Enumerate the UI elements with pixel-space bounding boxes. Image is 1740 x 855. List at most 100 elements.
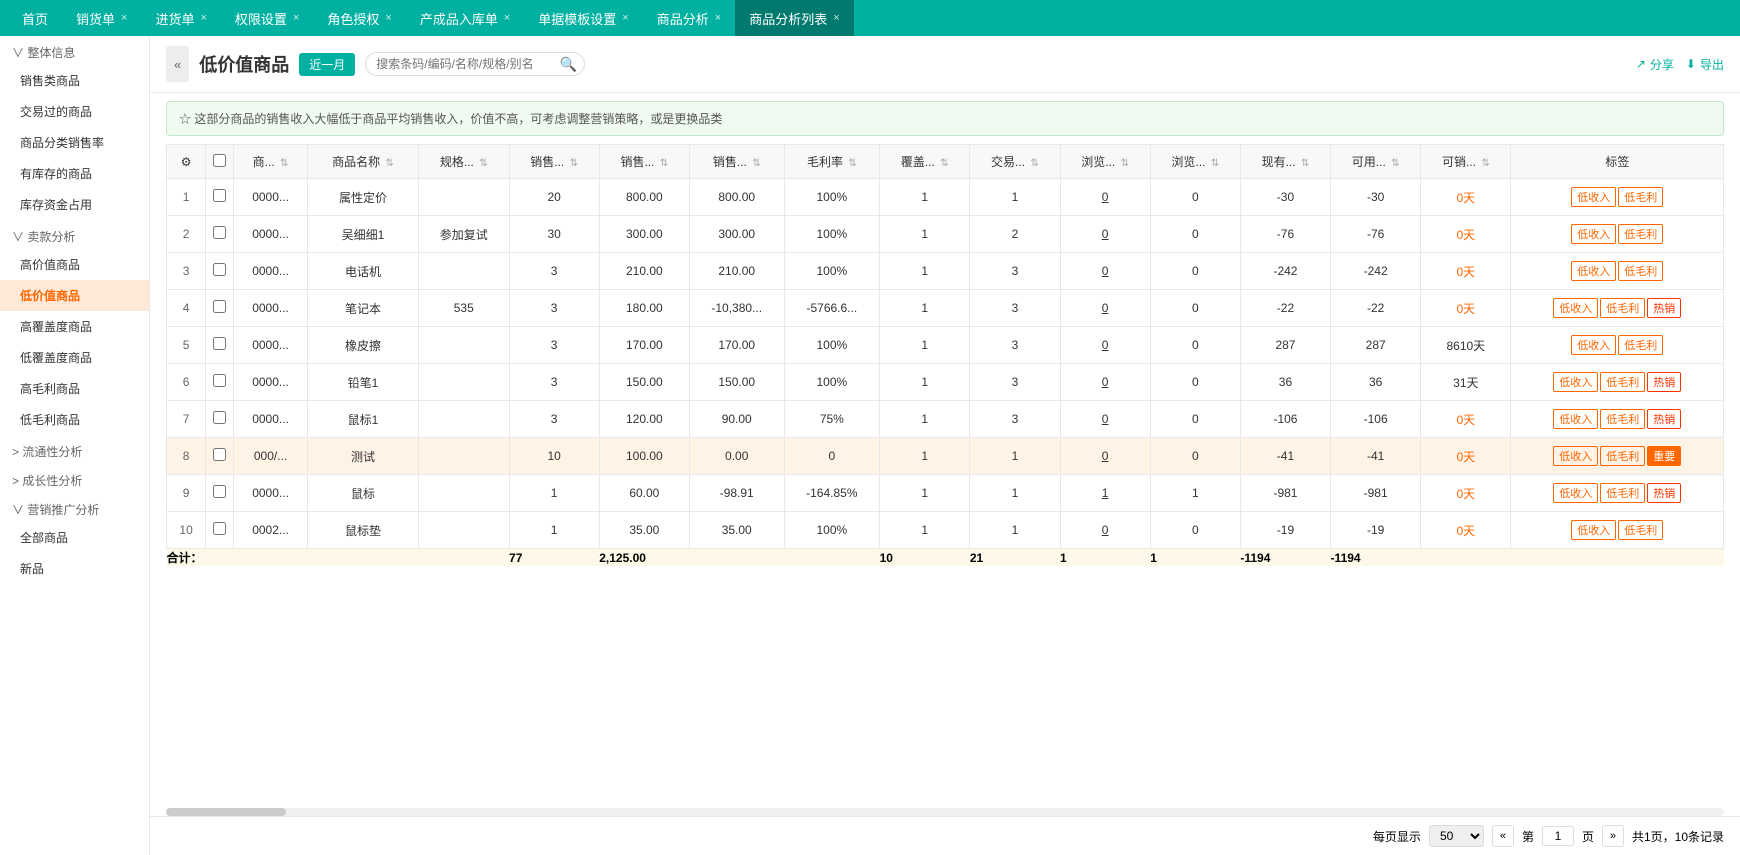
row-checkbox-cell[interactable] — [206, 401, 234, 438]
browse1-link[interactable]: 0 — [1102, 301, 1109, 315]
sidebar-item-stock-goods[interactable]: 有库存的商品 — [0, 158, 149, 189]
nav-purchase[interactable]: 进货单 × — [141, 0, 220, 36]
table-container[interactable]: ⚙ 商... ⇅ 商品名称 ⇅ 规格... ⇅ 销售... ⇅ 销售... ⇅ … — [150, 144, 1740, 808]
close-icon[interactable]: × — [715, 12, 721, 24]
row-checkbox[interactable] — [213, 448, 226, 461]
row-browse1[interactable]: 1 — [1060, 475, 1150, 512]
col-trade[interactable]: 交易... ⇅ — [970, 145, 1060, 179]
nav-sales[interactable]: 销货单 × — [62, 0, 141, 36]
col-stock[interactable]: 现有... ⇅ — [1240, 145, 1330, 179]
col-browse1[interactable]: 浏览... ⇅ — [1060, 145, 1150, 179]
nav-warehouse[interactable]: 产成品入库单 × — [406, 0, 524, 36]
row-browse1[interactable]: 0 — [1060, 179, 1150, 216]
col-saleable[interactable]: 可销... ⇅ — [1421, 145, 1511, 179]
close-icon[interactable]: × — [504, 12, 510, 24]
close-icon[interactable]: × — [200, 12, 206, 24]
close-icon[interactable]: × — [385, 12, 391, 24]
browse1-link[interactable]: 0 — [1102, 375, 1109, 389]
sidebar-item-high-margin[interactable]: 高毛利商品 — [0, 373, 149, 404]
close-icon[interactable]: × — [833, 12, 839, 24]
horizontal-scrollbar[interactable] — [166, 808, 1724, 816]
select-all-checkbox[interactable] — [213, 154, 226, 167]
col-margin[interactable]: 毛利率 ⇅ — [784, 145, 880, 179]
sidebar-item-low-coverage[interactable]: 低覆盖度商品 — [0, 342, 149, 373]
sidebar-group-growth[interactable]: > 成长性分析 — [0, 464, 149, 493]
browse1-link[interactable]: 0 — [1102, 190, 1109, 204]
row-checkbox[interactable] — [213, 485, 226, 498]
sidebar-item-all-goods[interactable]: 全部商品 — [0, 522, 149, 553]
row-browse1[interactable]: 0 — [1060, 253, 1150, 290]
browse1-link[interactable]: 1 — [1102, 486, 1109, 500]
sidebar-item-high-coverage[interactable]: 高覆盖度商品 — [0, 311, 149, 342]
nav-roles[interactable]: 角色授权 × — [313, 0, 405, 36]
row-browse1[interactable]: 0 — [1060, 364, 1150, 401]
row-checkbox-cell[interactable] — [206, 512, 234, 549]
row-checkbox[interactable] — [213, 337, 226, 350]
per-page-select[interactable]: 50 100 200 — [1429, 825, 1484, 847]
col-cover[interactable]: 覆盖... ⇅ — [880, 145, 970, 179]
export-button[interactable]: ⬇ 导出 — [1686, 56, 1724, 73]
col-checkbox[interactable] — [206, 145, 234, 179]
row-checkbox-cell[interactable] — [206, 327, 234, 364]
sidebar-item-low-margin[interactable]: 低毛利商品 — [0, 404, 149, 435]
row-browse1[interactable]: 0 — [1060, 512, 1150, 549]
sidebar-item-low-value[interactable]: 低价值商品 — [0, 280, 149, 311]
col-qty[interactable]: 销售... ⇅ — [509, 145, 599, 179]
sidebar-item-traded-goods[interactable]: 交易过的商品 — [0, 96, 149, 127]
row-checkbox-cell[interactable] — [206, 253, 234, 290]
share-button[interactable]: ↗ 分享 — [1636, 56, 1674, 73]
row-checkbox-cell[interactable] — [206, 475, 234, 512]
sidebar-group-flow[interactable]: > 流通性分析 — [0, 435, 149, 464]
next-page-button[interactable]: » — [1602, 825, 1624, 847]
sidebar-item-sales-goods[interactable]: 销售类商品 — [0, 65, 149, 96]
browse1-link[interactable]: 0 — [1102, 449, 1109, 463]
col-avail[interactable]: 可用... ⇅ — [1331, 145, 1421, 179]
browse1-link[interactable]: 0 — [1102, 523, 1109, 537]
page-input[interactable] — [1542, 826, 1574, 846]
collapse-sidebar-button[interactable]: « — [166, 46, 189, 82]
row-checkbox[interactable] — [213, 411, 226, 424]
row-checkbox[interactable] — [213, 300, 226, 313]
browse1-link[interactable]: 0 — [1102, 412, 1109, 426]
close-icon[interactable]: × — [293, 12, 299, 24]
sidebar-item-category-rate[interactable]: 商品分类销售率 — [0, 127, 149, 158]
row-checkbox-cell[interactable] — [206, 364, 234, 401]
browse1-link[interactable]: 0 — [1102, 338, 1109, 352]
row-browse1[interactable]: 0 — [1060, 438, 1150, 475]
row-browse1[interactable]: 0 — [1060, 327, 1150, 364]
row-checkbox-cell[interactable] — [206, 438, 234, 475]
row-browse1[interactable]: 0 — [1060, 401, 1150, 438]
nav-template[interactable]: 单据模板设置 × — [524, 0, 642, 36]
sidebar-item-new-goods[interactable]: 新品 — [0, 553, 149, 584]
row-checkbox[interactable] — [213, 263, 226, 276]
col-browse2[interactable]: 浏览... ⇅ — [1150, 145, 1240, 179]
sidebar-item-high-value[interactable]: 高价值商品 — [0, 249, 149, 280]
row-checkbox[interactable] — [213, 226, 226, 239]
col-spec[interactable]: 规格... ⇅ — [418, 145, 509, 179]
browse1-link[interactable]: 0 — [1102, 264, 1109, 278]
col-name[interactable]: 商品名称 ⇅ — [307, 145, 418, 179]
row-checkbox[interactable] — [213, 522, 226, 535]
search-input[interactable] — [365, 52, 585, 76]
col-settings[interactable]: ⚙ — [167, 145, 206, 179]
col-sale2[interactable]: 销售... ⇅ — [689, 145, 784, 179]
row-checkbox[interactable] — [213, 189, 226, 202]
nav-product-analysis-list[interactable]: 商品分析列表 × — [735, 0, 853, 36]
search-icon[interactable]: 🔍 — [560, 56, 577, 73]
row-checkbox-cell[interactable] — [206, 179, 234, 216]
close-icon[interactable]: × — [622, 12, 628, 24]
close-icon[interactable]: × — [121, 12, 127, 24]
sidebar-item-stock-capital[interactable]: 库存资金占用 — [0, 189, 149, 220]
filter-period-button[interactable]: 近一月 — [299, 53, 355, 76]
row-browse1[interactable]: 0 — [1060, 290, 1150, 327]
col-code[interactable]: 商... ⇅ — [234, 145, 308, 179]
scrollbar-thumb[interactable] — [166, 808, 286, 816]
row-checkbox[interactable] — [213, 374, 226, 387]
nav-home[interactable]: 首页 — [8, 0, 62, 36]
col-sale1[interactable]: 销售... ⇅ — [599, 145, 689, 179]
first-page-button[interactable]: « — [1492, 825, 1514, 847]
row-checkbox-cell[interactable] — [206, 290, 234, 327]
nav-product-analysis[interactable]: 商品分析 × — [643, 0, 735, 36]
row-checkbox-cell[interactable] — [206, 216, 234, 253]
nav-permissions[interactable]: 权限设置 × — [221, 0, 313, 36]
